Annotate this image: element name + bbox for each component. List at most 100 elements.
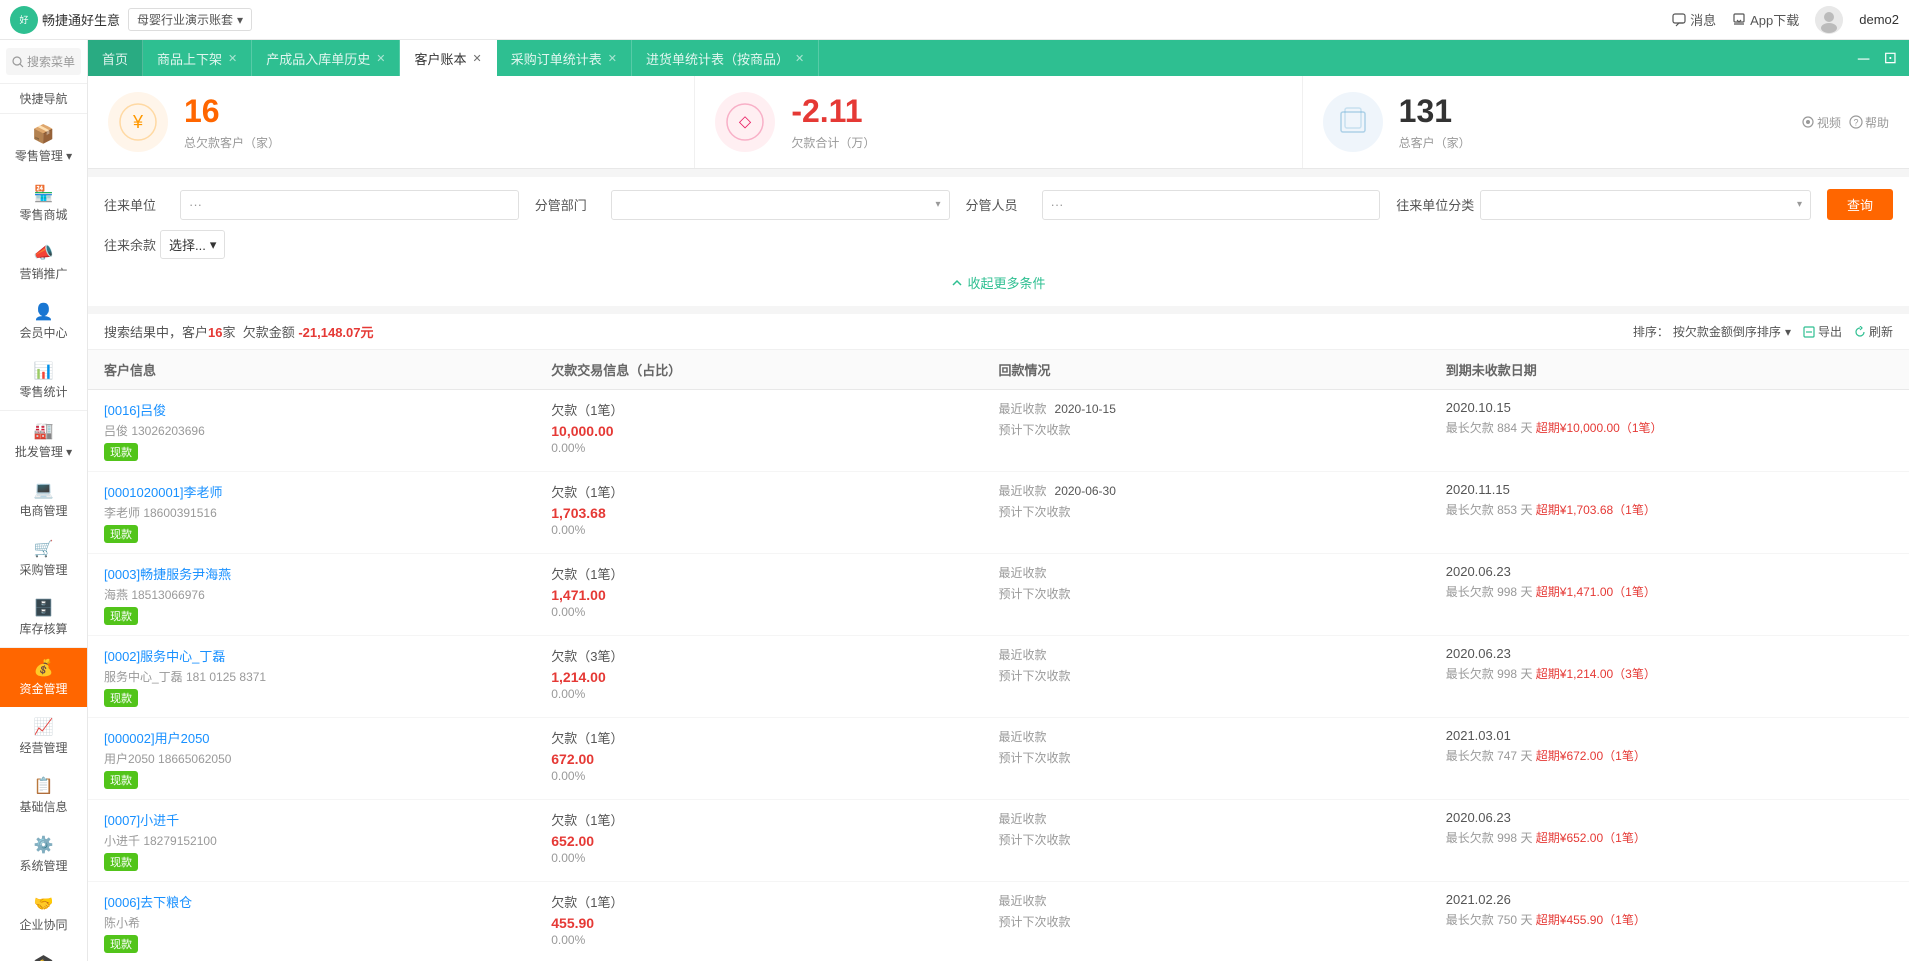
tab-expand-button[interactable]: ⊡ xyxy=(1880,46,1901,70)
search-button[interactable]: 查询 xyxy=(1827,189,1893,220)
balance-label: 往来余款 xyxy=(104,235,156,254)
table-header: 客户信息 欠款交易信息（占比） 回款情况 到期未收款日期 xyxy=(88,350,1909,390)
last-payment-label-4: 最近收款 xyxy=(999,646,1047,663)
tab-products[interactable]: 商品上下架 ✕ xyxy=(143,40,252,76)
quick-nav-button[interactable]: 快捷导航 xyxy=(0,84,87,114)
tab-production-close-icon[interactable]: ✕ xyxy=(376,52,385,65)
debt-amount-6[interactable]: 652.00 xyxy=(551,833,998,849)
return-info-6: 最近收款 预计下次收款 xyxy=(999,810,1446,852)
debt-amount-4[interactable]: 1,214.00 xyxy=(551,669,998,685)
sidebar-item-ecom-mgmt[interactable]: 💻 电商管理 xyxy=(0,470,87,529)
page-content: ¥ 16 总欠款客户（家） ◇ -2.11 欠款合计（万） xyxy=(88,76,1909,961)
sidebar-item-batch-mgmt[interactable]: 🏭 批发管理 ▾ xyxy=(0,411,87,470)
sidebar-item-capital-mgmt-label: 资金管理 xyxy=(4,680,83,697)
person-input[interactable]: ··· xyxy=(1042,190,1381,220)
expire-overdue-6[interactable]: 超期¥652.00（1笔） xyxy=(1536,831,1646,845)
sidebar-item-inventory-label: 库存核算 xyxy=(4,620,83,637)
sidebar-item-member[interactable]: 👤 会员中心 xyxy=(0,292,87,351)
expire-date-4: 2020.06.23 xyxy=(1446,646,1893,661)
tab-customer-account-close-icon[interactable]: ✕ xyxy=(473,52,482,65)
customer-name-5[interactable]: [000002]用户2050 xyxy=(104,728,551,747)
expire-overdue-3[interactable]: 超期¥1,471.00（1笔） xyxy=(1536,585,1656,599)
export-button[interactable]: 导出 xyxy=(1803,323,1842,340)
filter-source-unit: 往来单位 ··· xyxy=(104,190,519,220)
dept-select[interactable]: ▾ xyxy=(611,190,950,220)
tab-purchase-order-close-icon[interactable]: ✕ xyxy=(608,52,617,65)
sidebar-item-inventory[interactable]: 🗄️ 库存核算 xyxy=(0,588,87,647)
user-name: demo2 xyxy=(1859,12,1899,27)
sidebar-item-biz-mgmt[interactable]: 📈 经营管理 xyxy=(0,707,87,766)
sidebar-item-new-guide[interactable]: 🎓 新手引导 xyxy=(0,943,87,961)
filter-area: 往来单位 ··· 分管部门 ▾ 分管人员 xyxy=(88,177,1909,306)
debt-amount-3[interactable]: 1,471.00 xyxy=(551,587,998,603)
debt-amount-7[interactable]: 455.90 xyxy=(551,915,998,931)
sort-select[interactable]: 排序： 按欠款金额倒序排序 ▾ xyxy=(1633,323,1791,340)
debt-count-7: 欠款（1笔） xyxy=(551,892,998,911)
expire-overdue-2[interactable]: 超期¥1,703.68（1笔） xyxy=(1536,503,1656,517)
customer-name-1[interactable]: [0016]吕俊 xyxy=(104,400,551,419)
tab-purchase-stats-close-icon[interactable]: ✕ xyxy=(795,52,804,65)
sidebar-item-retail-stats[interactable]: 📊 零售统计 xyxy=(0,351,87,410)
sidebar-item-system-mgmt[interactable]: ⚙️ 系统管理 xyxy=(0,825,87,884)
app-download-button[interactable]: App下载 xyxy=(1732,10,1799,29)
return-row-last-6: 最近收款 xyxy=(999,810,1446,827)
top-bar-right: 消息 App下载 demo2 xyxy=(1672,6,1899,34)
customer-name-2[interactable]: [0001020001]李老师 xyxy=(104,482,551,501)
expire-overdue-5[interactable]: 超期¥672.00（1笔） xyxy=(1536,749,1646,763)
debt-amount-5[interactable]: 672.00 xyxy=(551,751,998,767)
customer-name-3[interactable]: [0003]畅捷服务尹海燕 xyxy=(104,564,551,583)
sidebar-item-retail-store[interactable]: 🏪 零售商城 xyxy=(0,174,87,233)
sidebar-item-marketing[interactable]: 📣 营销推广 xyxy=(0,233,87,292)
debt-amount-1[interactable]: 10,000.00 xyxy=(551,423,998,439)
filter-row-1: 往来单位 ··· 分管部门 ▾ 分管人员 xyxy=(104,189,1893,220)
debt-amount-2[interactable]: 1,703.68 xyxy=(551,505,998,521)
sidebar-item-marketing-label: 营销推广 xyxy=(4,265,83,282)
return-info-1: 最近收款 2020-10-15 预计下次收款 xyxy=(999,400,1446,442)
return-info-3: 最近收款 预计下次收款 xyxy=(999,564,1446,606)
store-select[interactable]: 母婴行业演示账套 ▾ xyxy=(128,8,252,31)
customer-name-4[interactable]: [0002]服务中心_丁磊 xyxy=(104,646,551,665)
customer-name-6[interactable]: [0007]小进千 xyxy=(104,810,551,829)
message-label: 消息 xyxy=(1690,10,1716,29)
customer-name-7[interactable]: [0006]去下粮仓 xyxy=(104,892,551,911)
source-unit-input[interactable]: ··· xyxy=(180,190,519,220)
tab-minimize-button[interactable]: － xyxy=(1852,44,1876,72)
user-avatar[interactable] xyxy=(1815,6,1843,34)
expire-overdue-7[interactable]: 超期¥455.90（1笔） xyxy=(1536,913,1646,927)
data-table: 客户信息 欠款交易信息（占比） 回款情况 到期未收款日期 [0016]吕俊 吕俊… xyxy=(88,350,1909,961)
tab-products-close-icon[interactable]: ✕ xyxy=(228,52,237,65)
balance-dropdown[interactable]: 选择... ▾ xyxy=(160,230,225,259)
filter-row-2: 往来余款 选择... ▾ xyxy=(104,230,1893,259)
sidebar-item-capital-mgmt[interactable]: 💰 资金管理 xyxy=(0,648,87,707)
tab-home[interactable]: 首页 xyxy=(88,40,143,76)
tab-production[interactable]: 产成品入库单历史 ✕ xyxy=(252,40,400,76)
tab-purchase-stats[interactable]: 进货单统计表（按商品） ✕ xyxy=(632,40,819,76)
tab-purchase-order[interactable]: 采购订单统计表 ✕ xyxy=(497,40,632,76)
collapse-button[interactable]: 收起更多条件 xyxy=(104,267,1893,298)
search-menu-button[interactable]: 搜索菜单 xyxy=(6,48,81,75)
view-button[interactable]: 视频 xyxy=(1801,114,1841,131)
sidebar-item-purchase-mgmt-label: 采购管理 xyxy=(4,561,83,578)
next-payment-label-7: 预计下次收款 xyxy=(999,913,1071,930)
tab-customer-account[interactable]: 客户账本 ✕ xyxy=(400,40,496,76)
help-button[interactable]: ? 帮助 xyxy=(1849,114,1889,131)
debt-count-4: 欠款（3笔） xyxy=(551,646,998,665)
customer-count: 16 xyxy=(208,325,222,340)
return-row-next-6: 预计下次收款 xyxy=(999,831,1446,848)
sidebar-item-basic-info[interactable]: 📋 基础信息 xyxy=(0,766,87,825)
sidebar-item-enterprise[interactable]: 🤝 企业协同 xyxy=(0,884,87,943)
message-button[interactable]: 消息 xyxy=(1672,10,1716,29)
sidebar-item-purchase-mgmt[interactable]: 🛒 采购管理 xyxy=(0,529,87,588)
logo-icon: 好 xyxy=(10,6,38,34)
expire-overdue-4[interactable]: 超期¥1,214.00（3笔） xyxy=(1536,667,1656,681)
customer-info-2: [0001020001]李老师 李老师 18600391516 现款 xyxy=(104,482,551,543)
expire-overdue-1[interactable]: 超期¥10,000.00（1笔） xyxy=(1536,421,1663,435)
customer-sub-2: 李老师 18600391516 xyxy=(104,504,551,521)
sidebar-item-retail-mgmt[interactable]: 📦 零售管理 ▾ xyxy=(0,114,87,174)
unit-category-select[interactable]: ▾ xyxy=(1480,190,1811,220)
debt-info-7: 欠款（1笔） 455.90 0.00% xyxy=(551,892,998,947)
sidebar-item-batch-mgmt-label: 批发管理 ▾ xyxy=(4,443,83,460)
stat-card-overdue-amount: ◇ -2.11 欠款合计（万） xyxy=(695,76,1302,168)
tab-customer-account-label: 客户账本 xyxy=(414,49,466,68)
refresh-button[interactable]: 刷新 xyxy=(1854,323,1893,340)
